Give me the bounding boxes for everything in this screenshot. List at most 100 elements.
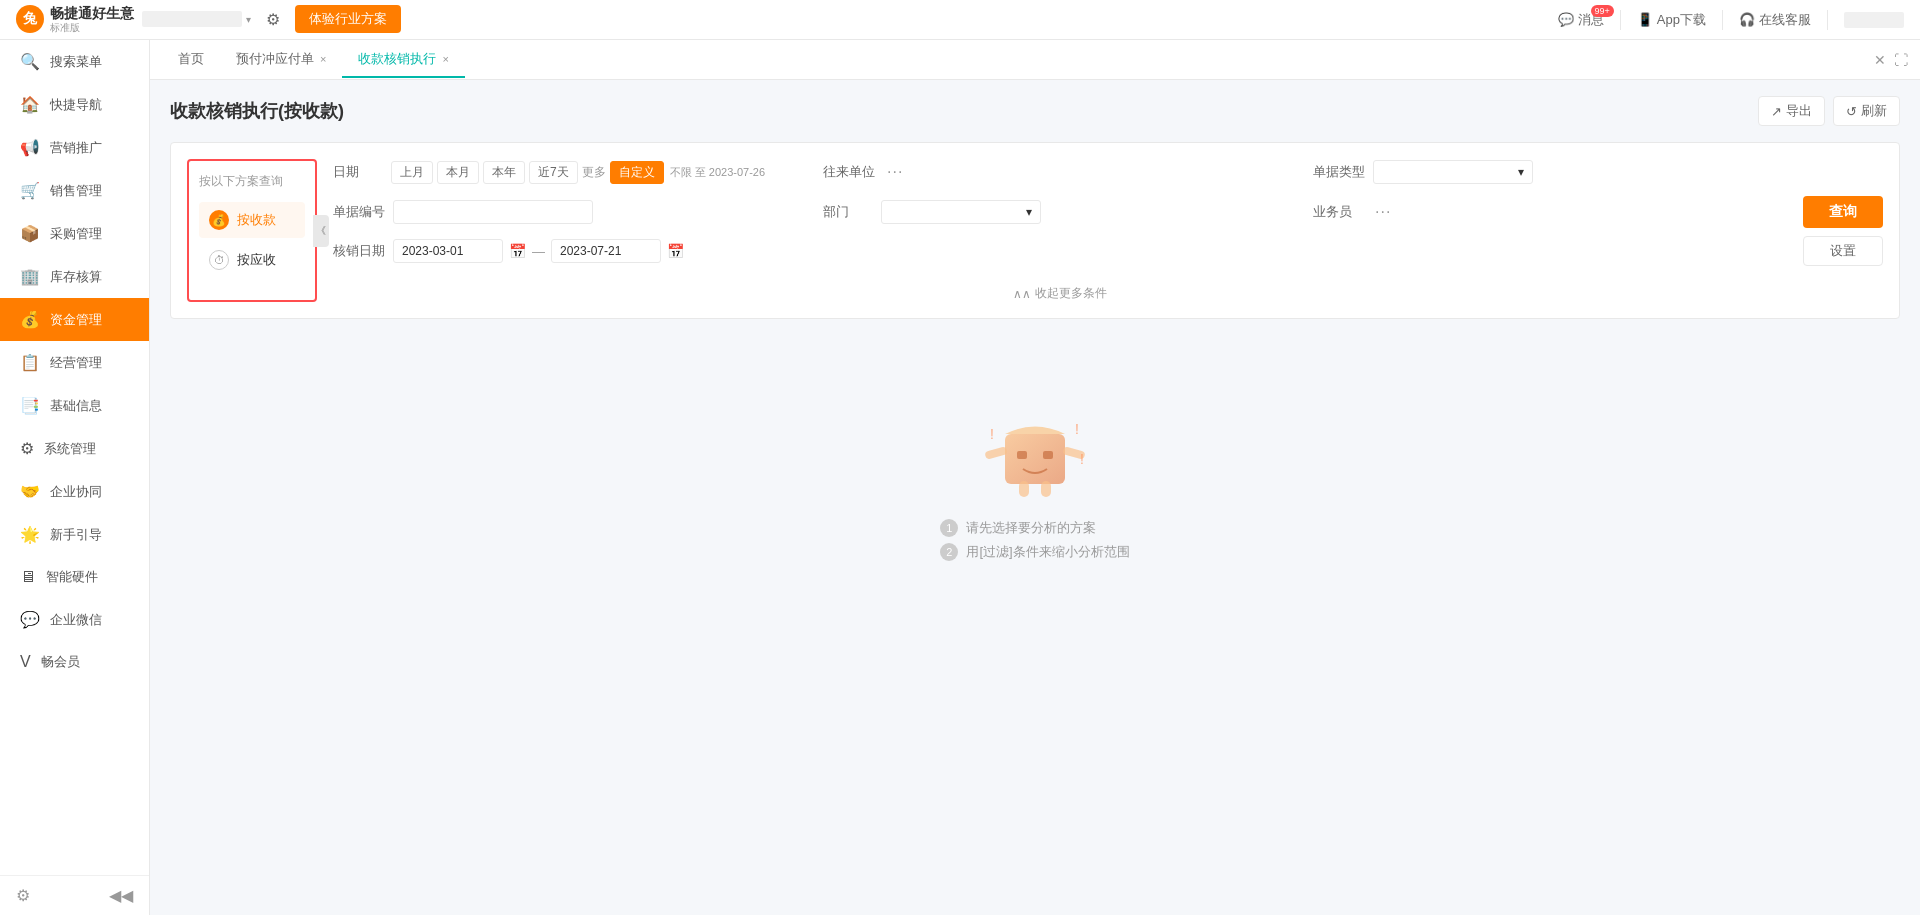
tab-prepay-label: 预付冲应付单	[236, 50, 314, 68]
sidebar-item-operations[interactable]: 📋 经营管理	[0, 341, 149, 384]
svg-rect-2	[1043, 451, 1053, 459]
tip-num-2: 2	[940, 543, 958, 561]
collapse-more-button[interactable]: ∧∧ 收起更多条件	[1013, 285, 1107, 302]
tab-home[interactable]: 首页	[162, 42, 220, 78]
industry-solution-button[interactable]: 体验行业方案	[295, 5, 401, 33]
filter-option-by-receivable[interactable]: ⏱ 按应收	[199, 242, 305, 278]
tip-text-1: 请先选择要分析的方案	[966, 519, 1096, 537]
filter-row-1: 日期 上月 本月 本年 近7天 更多 自定义 不限 至	[333, 159, 1787, 185]
filter-option-by-receipt[interactable]: 💰 按收款	[199, 202, 305, 238]
refresh-button[interactable]: ↺ 刷新	[1833, 96, 1900, 126]
filter-option-receivable-label: 按应收	[237, 251, 276, 269]
settings-button[interactable]: 设置	[1803, 236, 1883, 266]
logo-text: 畅捷通好生意 标准版	[50, 5, 134, 34]
tab-receipt[interactable]: 收款核销执行 ×	[342, 42, 464, 78]
counterpart-label: 往来单位	[823, 163, 875, 181]
sidebar-item-wechat[interactable]: 💬 企业微信	[0, 598, 149, 641]
date-this-year-button[interactable]: 本年	[483, 161, 525, 184]
svg-text:!: !	[1075, 421, 1079, 437]
sidebar-item-search-menu[interactable]: 🔍 搜索菜单	[0, 40, 149, 83]
sidebar-item-inventory[interactable]: 🏢 库存核算	[0, 255, 149, 298]
sidebar-item-beginner[interactable]: 🌟 新手引导	[0, 513, 149, 556]
sidebar-item-basic-info[interactable]: 📑 基础信息	[0, 384, 149, 427]
page-title: 收款核销执行(按收款)	[170, 99, 344, 123]
online-service-button[interactable]: 🎧 在线客服	[1739, 11, 1811, 29]
sidebar-collapse-button[interactable]: ◀◀	[109, 886, 133, 905]
expand-button[interactable]: ⛶	[1894, 52, 1908, 68]
filter-writeoff-date-item: 核销日期 📅 — 📅	[333, 239, 1787, 263]
brand-sub: 标准版	[50, 22, 134, 34]
sidebar-label-inventory: 库存核算	[50, 268, 102, 286]
filter-date-item: 日期 上月 本月 本年 近7天 更多 自定义 不限 至	[333, 161, 807, 184]
top-bar-left: 兔 畅捷通好生意 标准版 ▾ ⚙ 体验行业方案	[16, 5, 401, 34]
tab-receipt-close-icon[interactable]: ×	[442, 53, 448, 65]
date-more-label[interactable]: 更多	[582, 164, 606, 181]
doc-type-select[interactable]: ▾	[1373, 160, 1533, 184]
purchase-icon: 📦	[20, 224, 40, 243]
writeoff-date-end-input[interactable]	[551, 239, 661, 263]
refresh-icon: ↺	[1846, 104, 1857, 119]
export-button[interactable]: ↗ 导出	[1758, 96, 1825, 126]
filter-option-receipt-label: 按收款	[237, 211, 276, 229]
sidebar-label-fund: 资金管理	[50, 311, 102, 329]
date-7days-button[interactable]: 近7天	[529, 161, 578, 184]
calendar-start-icon[interactable]: 📅	[509, 243, 526, 259]
date-custom-button[interactable]: 自定义	[610, 161, 664, 184]
sidebar-item-enterprise-collab[interactable]: 🤝 企业协同	[0, 470, 149, 513]
tab-prepay[interactable]: 预付冲应付单 ×	[220, 42, 342, 78]
counterpart-select-button[interactable]: ···	[883, 159, 907, 185]
receipt-option-icon: 💰	[209, 210, 229, 230]
sidebar-label-search-menu: 搜索菜单	[50, 53, 102, 71]
chevron-down-icon: ▾	[246, 14, 251, 25]
home-icon: 🏠	[20, 95, 40, 114]
calendar-end-icon[interactable]: 📅	[667, 243, 684, 259]
filter-sidebar-collapse-button[interactable]: 《	[313, 215, 329, 247]
dept-select[interactable]: ▾	[881, 200, 1041, 224]
company-selector[interactable]: ▾	[142, 11, 251, 27]
settings-button[interactable]: ⚙	[259, 5, 287, 33]
page-header: 收款核销执行(按收款) ↗ 导出 ↺ 刷新	[170, 96, 1900, 126]
sidebar-item-fund[interactable]: 💰 资金管理	[0, 298, 149, 341]
sidebar-item-vip[interactable]: V 畅会员	[0, 641, 149, 683]
sidebar-label-operations: 经营管理	[50, 354, 102, 372]
date-this-month-button[interactable]: 本月	[437, 161, 479, 184]
date-quick-buttons: 上月 本月 本年 近7天 更多 自定义	[391, 161, 664, 184]
close-all-tabs-button[interactable]: ✕	[1874, 52, 1886, 68]
date-limit-text: 不限 至 2023-07-26	[670, 165, 765, 180]
sidebar-settings-button[interactable]: ⚙	[16, 886, 30, 905]
tab-bar: 首页 预付冲应付单 × 收款核销执行 × ✕ ⛶	[150, 40, 1920, 80]
sidebar-item-marketing[interactable]: 📢 营销推广	[0, 126, 149, 169]
divider	[1620, 10, 1621, 30]
operations-icon: 📋	[20, 353, 40, 372]
user-avatar	[1844, 12, 1904, 28]
user-info[interactable]	[1844, 12, 1904, 28]
app-download-button[interactable]: 📱 App下载	[1637, 11, 1706, 29]
salesperson-label: 业务员	[1313, 203, 1363, 221]
page-content: 收款核销执行(按收款) ↗ 导出 ↺ 刷新 按以下方案查询	[150, 80, 1920, 915]
writeoff-date-inputs: 📅 — 📅	[393, 239, 684, 263]
writeoff-date-start-input[interactable]	[393, 239, 503, 263]
sidebar-item-sales[interactable]: 🛒 销售管理	[0, 169, 149, 212]
messages-button[interactable]: 💬 消息 99+	[1558, 11, 1604, 29]
sidebar-item-system[interactable]: ⚙ 系统管理	[0, 427, 149, 470]
query-button[interactable]: 查询	[1803, 196, 1883, 228]
svg-rect-3	[984, 446, 1007, 459]
tab-prepay-close-icon[interactable]: ×	[320, 53, 326, 65]
salesperson-select-button[interactable]: ···	[1371, 199, 1395, 225]
sidebar-item-purchase[interactable]: 📦 采购管理	[0, 212, 149, 255]
sidebar-item-quick-nav[interactable]: 🏠 快捷导航	[0, 83, 149, 126]
guide-icon: 🌟	[20, 525, 40, 544]
doc-type-label: 单据类型	[1313, 163, 1365, 181]
date-last-month-button[interactable]: 上月	[391, 161, 433, 184]
svg-rect-0	[1005, 434, 1065, 484]
content-area: 首页 预付冲应付单 × 收款核销执行 × ✕ ⛶ 收款核销执行(按收款)	[150, 40, 1920, 915]
sidebar-label-collab: 企业协同	[50, 483, 102, 501]
date-label: 日期	[333, 163, 383, 181]
tab-bar-left: 首页 预付冲应付单 × 收款核销执行 ×	[162, 42, 465, 78]
filter-main: 日期 上月 本月 本年 近7天 更多 自定义 不限 至	[333, 159, 1787, 302]
sidebar-item-smart-hw[interactable]: 🖥 智能硬件	[0, 556, 149, 598]
filter-actions: 查询 设置	[1803, 159, 1883, 302]
top-bar-right: 💬 消息 99+ 📱 App下载 🎧 在线客服	[1558, 10, 1904, 30]
sales-icon: 🛒	[20, 181, 40, 200]
doc-number-input[interactable]	[393, 200, 593, 224]
